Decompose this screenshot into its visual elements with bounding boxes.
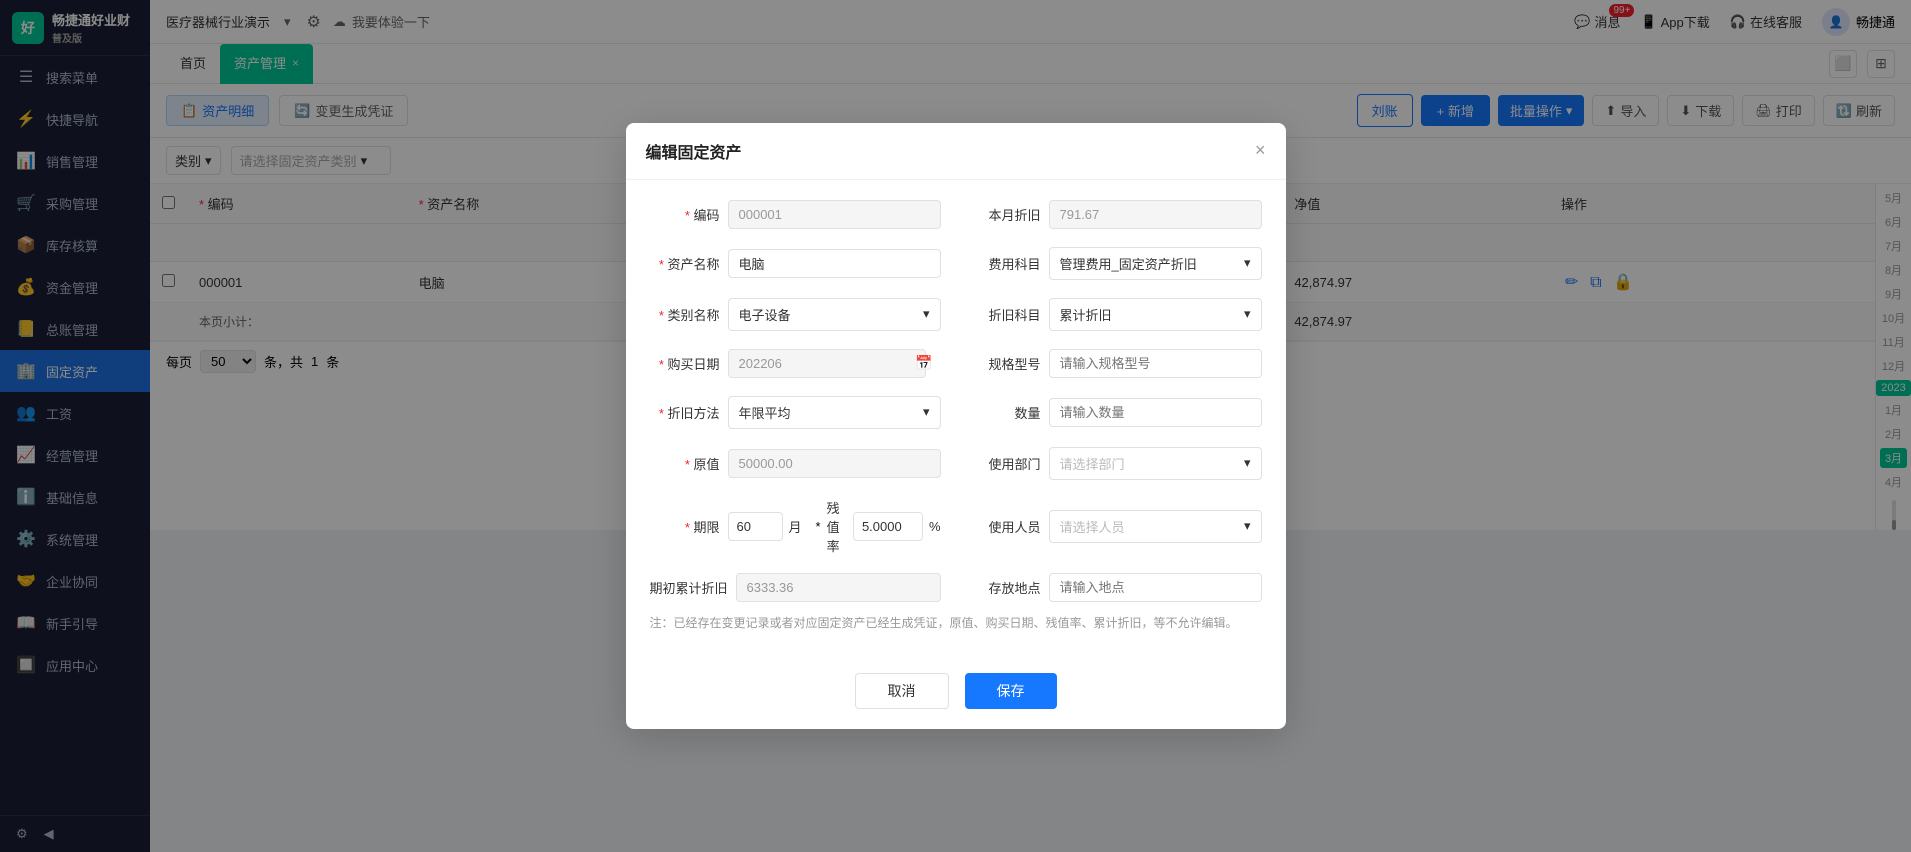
form-spec: 规格型号 [971, 349, 1262, 378]
form-expense-subject: 费用科目 管理费用_固定资产折旧 ▾ [971, 247, 1262, 280]
form-period: 期限 月 * 残值率 % [650, 498, 941, 555]
edit-asset-modal: 编辑固定资产 × 编码 本月折旧 资产名称 [626, 123, 1286, 729]
quantity-label: 数量 [971, 403, 1041, 422]
user-placeholder: 请选择人员 [1060, 517, 1125, 536]
form-user: 使用人员 请选择人员 ▾ [971, 498, 1262, 555]
purchase-date-label: 购买日期 [650, 354, 720, 373]
purchase-date-input[interactable] [728, 349, 926, 378]
form-dep-subject: 折旧科目 累计折旧 ▾ [971, 298, 1262, 331]
dept-placeholder: 请选择部门 [1060, 454, 1125, 473]
dep-subject-select[interactable]: 累计折旧 ▾ [1049, 298, 1262, 331]
modal-body: 编码 本月折旧 资产名称 费用科目 管理费用_固定资产折旧 ▾ [626, 180, 1286, 661]
dep-subject-chevron: ▾ [1244, 306, 1251, 322]
form-dep-method: 折旧方法 年限平均 ▾ [650, 396, 941, 429]
category-select[interactable]: 电子设备 ▾ [728, 298, 941, 331]
initial-dep-label: 期初累计折旧 [650, 578, 728, 597]
monthly-dep-input [1049, 200, 1262, 229]
form-initial-dep: 期初累计折旧 [650, 573, 941, 602]
form-dept: 使用部门 请选择部门 ▾ [971, 447, 1262, 480]
expense-subject-chevron: ▾ [1244, 255, 1251, 271]
form-location: 存放地点 [971, 573, 1262, 602]
period-unit: 月 [789, 517, 802, 536]
name-label: 资产名称 [650, 254, 720, 273]
modal-title: 编辑固定资产 [646, 139, 742, 163]
location-input[interactable] [1049, 573, 1262, 602]
initial-dep-input [736, 573, 941, 602]
save-button[interactable]: 保存 [965, 673, 1057, 709]
residual-input[interactable] [853, 512, 923, 541]
residual-unit: % [929, 519, 941, 534]
form-original-value: 原值 [650, 447, 941, 480]
user-select[interactable]: 请选择人员 ▾ [1049, 510, 1262, 543]
code-label: 编码 [650, 205, 720, 224]
calendar-icon: 📅 [915, 355, 932, 372]
user-label: 使用人员 [971, 517, 1041, 536]
original-value-input[interactable] [728, 449, 941, 478]
dep-subject-label: 折旧科目 [971, 305, 1041, 324]
date-input-wrap: 📅 [728, 349, 941, 378]
category-value: 电子设备 [739, 305, 791, 324]
quantity-input[interactable] [1049, 398, 1262, 427]
form-category: 类别名称 电子设备 ▾ [650, 298, 941, 331]
location-label: 存放地点 [971, 578, 1041, 597]
code-input[interactable] [728, 200, 941, 229]
form-grid: 编码 本月折旧 资产名称 费用科目 管理费用_固定资产折旧 ▾ [650, 200, 1262, 602]
period-row: 月 * 残值率 % [728, 498, 941, 555]
original-value-label: 原值 [650, 454, 720, 473]
category-chevron: ▾ [923, 306, 930, 322]
residual-label: 残值率 [827, 498, 847, 555]
form-code: 编码 [650, 200, 941, 229]
dept-label: 使用部门 [971, 454, 1041, 473]
dep-subject-value: 累计折旧 [1060, 305, 1112, 324]
form-monthly-dep: 本月折旧 [971, 200, 1262, 229]
category-form-label: 类别名称 [650, 305, 720, 324]
spec-label: 规格型号 [971, 354, 1041, 373]
dep-method-value: 年限平均 [739, 403, 791, 422]
dep-method-select[interactable]: 年限平均 ▾ [728, 396, 941, 429]
dep-method-label: 折旧方法 [650, 403, 720, 422]
form-name: 资产名称 [650, 247, 941, 280]
expense-subject-value: 管理费用_固定资产折旧 [1060, 254, 1197, 273]
spec-input[interactable] [1049, 349, 1262, 378]
modal-footer: 取消 保存 [626, 661, 1286, 729]
modal-close-btn[interactable]: × [1255, 140, 1266, 161]
cancel-button[interactable]: 取消 [855, 673, 949, 709]
period-input[interactable] [728, 512, 783, 541]
dept-chevron: ▾ [1244, 455, 1251, 471]
dept-select[interactable]: 请选择部门 ▾ [1049, 447, 1262, 480]
name-input[interactable] [728, 249, 941, 278]
modal-notice: 注：已经存在变更记录或者对应固定资产已经生成凭证，原值、购买日期、残值率、累计折… [650, 602, 1262, 641]
expense-subject-select[interactable]: 管理费用_固定资产折旧 ▾ [1049, 247, 1262, 280]
user-chevron: ▾ [1244, 518, 1251, 534]
monthly-dep-label: 本月折旧 [971, 205, 1041, 224]
residual-star: * [816, 519, 821, 534]
form-purchase-date: 购买日期 📅 [650, 349, 941, 378]
modal-header: 编辑固定资产 × [626, 123, 1286, 180]
form-quantity: 数量 [971, 396, 1262, 429]
expense-subject-label: 费用科目 [971, 254, 1041, 273]
modal-overlay: 编辑固定资产 × 编码 本月折旧 资产名称 [0, 0, 1911, 852]
dep-method-chevron: ▾ [923, 404, 930, 420]
period-label: 期限 [650, 517, 720, 536]
